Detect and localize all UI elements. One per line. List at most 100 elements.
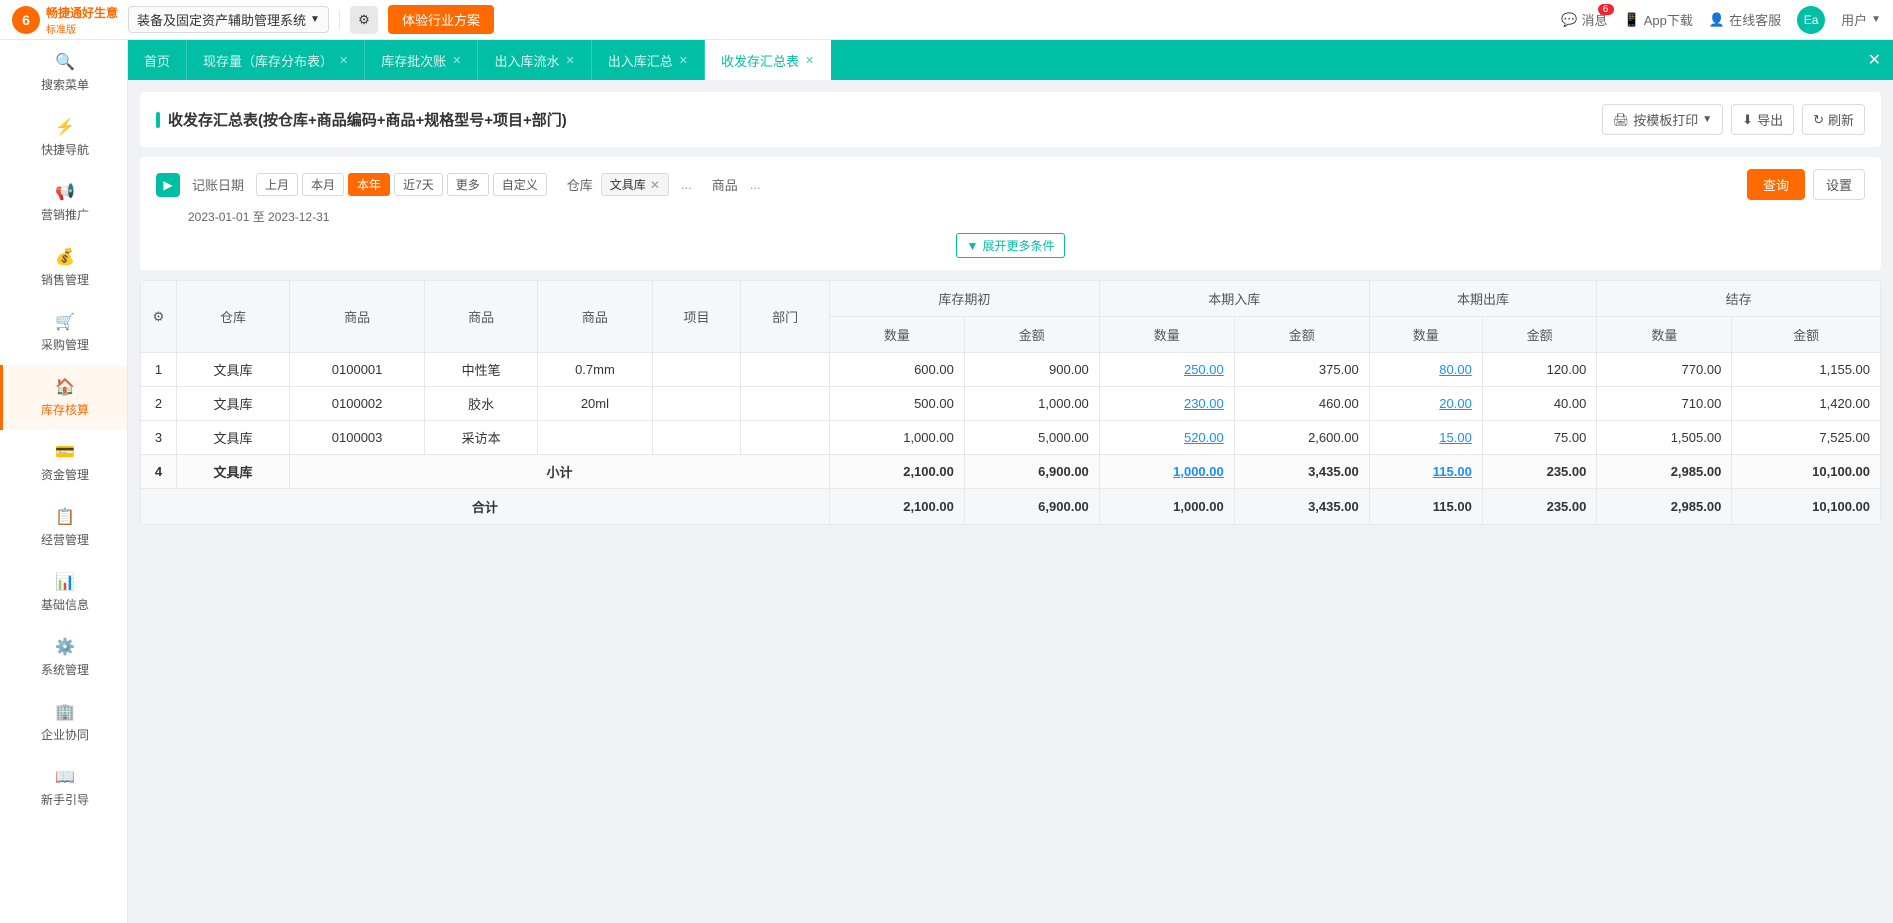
tab-inventory-dist[interactable]: 现存量（库存分布表） ✕ [187, 40, 365, 80]
page-header: 收发存汇总表(按仓库+商品编码+商品+规格型号+项目+部门) 🖨 按模板打印 ▼… [140, 92, 1881, 147]
th-open-qty: 数量 [829, 317, 964, 353]
sidebar-item-marketing[interactable]: 📢 营销推广 [0, 170, 127, 235]
expand-icon: ▼ [967, 239, 979, 253]
tab-bar-close-btn[interactable]: ✕ [1856, 50, 1893, 70]
sidebar: 🔍 搜索菜单 ⚡ 快捷导航 📢 营销推广 💰 销售管理 🛒 采购管理 🏠 [0, 40, 128, 923]
table-row: 3 文具库 0100003 采访本 1,000.00 5,000.00 520.… [141, 421, 1881, 455]
th-settings: ⚙ [141, 281, 177, 353]
query-btn[interactable]: 查询 [1747, 169, 1805, 200]
warehouse-more[interactable]: ... [681, 177, 692, 192]
user-avatar[interactable]: Ea [1797, 6, 1825, 34]
tab-batch[interactable]: 库存批次账 ✕ [365, 40, 478, 80]
subtotal-row: 4 文具库 小计 2,100.00 6,900.00 1,000.00 3,43… [141, 455, 1881, 489]
online-service-btn[interactable]: 👤 在线客服 [1709, 10, 1781, 29]
sidebar-item-operation[interactable]: 📋 经营管理 [0, 495, 127, 560]
export-icon: ⬇ [1742, 112, 1753, 128]
app-wrapper: 6 畅捷通好生意 标准版 装备及固定资产辅助管理系统 ▼ ⚙ 体验行业方案 💬 … [0, 0, 1893, 923]
date-label: 记账日期 [192, 175, 244, 194]
sidebar-item-enterprise[interactable]: 🏢 企业协同 [0, 690, 127, 755]
filter-row-1: ▶ 记账日期 上月 本月 本年 近7天 更多 自定义 仓库 [156, 169, 1865, 200]
page-content: 收发存汇总表(按仓库+商品编码+商品+规格型号+项目+部门) 🖨 按模板打印 ▼… [128, 80, 1893, 923]
chevron-down-icon: ▼ [310, 14, 320, 25]
filter-toggle-btn[interactable]: ▶ [156, 173, 180, 197]
header-actions: 🖨 按模板打印 ▼ ⬇ 导出 ↻ 刷新 [1602, 104, 1865, 135]
total-in-amt: 3,435.00 [1234, 489, 1369, 525]
sidebar-item-basic[interactable]: 📊 基础信息 [0, 560, 127, 625]
warehouse-tag-close[interactable]: ✕ [650, 178, 660, 192]
set-btn[interactable]: 设置 [1813, 169, 1865, 200]
print-btn[interactable]: 🖨 按模板打印 ▼ [1602, 104, 1723, 135]
tab-inout-summary[interactable]: 出入库汇总 ✕ [592, 40, 705, 80]
sidebar-item-inventory[interactable]: 🏠 库存核算 [0, 365, 127, 430]
total-out-amt: 235.00 [1482, 489, 1597, 525]
expand-row: ▼ 展开更多条件 [156, 233, 1865, 258]
quick-icon: ⚡ [55, 117, 75, 137]
user-menu[interactable]: 用户 ▼ [1841, 10, 1881, 29]
top-bar-right: 💬 消息 6 📱 App下载 👤 在线客服 Ea 用户 ▼ [1561, 6, 1881, 34]
tab-inout-flow[interactable]: 出入库流水 ✕ [478, 40, 591, 80]
message-icon[interactable]: 💬 消息 6 [1561, 10, 1607, 29]
sidebar-item-sales[interactable]: 💰 销售管理 [0, 235, 127, 300]
th-out-amt: 金额 [1482, 317, 1597, 353]
sidebar-item-search[interactable]: 🔍 搜索菜单 [0, 40, 127, 105]
filter-row-date-range: 2023-01-01 至 2023-12-31 [156, 208, 1865, 225]
sidebar-item-purchase[interactable]: 🛒 采购管理 [0, 300, 127, 365]
sidebar-item-guide[interactable]: 📖 新手引导 [0, 755, 127, 820]
sidebar-item-system[interactable]: ⚙️ 系统管理 [0, 625, 127, 690]
tab-close-inventory-dist[interactable]: ✕ [339, 54, 348, 67]
th-group-opening: 库存期初 [829, 281, 1099, 317]
finance-icon: 💳 [55, 442, 75, 462]
date-btn-prev-month[interactable]: 上月 [256, 173, 298, 196]
warehouse-filter: 仓库 文具库 ✕ ... [567, 173, 692, 196]
th-open-amt: 金额 [964, 317, 1099, 353]
total-open-qty: 2,100.00 [829, 489, 964, 525]
tab-close-recv-send[interactable]: ✕ [805, 54, 814, 67]
settings-icon[interactable]: ⚙ [350, 6, 378, 34]
date-btn-7days[interactable]: 近7天 [394, 173, 443, 196]
filter-right-btns: 查询 设置 [1747, 169, 1865, 200]
tab-close-inout-flow[interactable]: ✕ [566, 54, 575, 67]
top-bar: 6 畅捷通好生意 标准版 装备及固定资产辅助管理系统 ▼ ⚙ 体验行业方案 💬 … [0, 0, 1893, 40]
trial-button[interactable]: 体验行业方案 [388, 5, 494, 34]
total-in-qty: 1,000.00 [1099, 489, 1234, 525]
date-btn-this-month[interactable]: 本月 [302, 173, 344, 196]
tab-close-inout-summary[interactable]: ✕ [679, 54, 688, 67]
guide-icon: 📖 [55, 767, 75, 787]
filter-area: ▶ 记账日期 上月 本月 本年 近7天 更多 自定义 仓库 [140, 157, 1881, 270]
th-close-amt: 金额 [1732, 317, 1881, 353]
th-group-in: 本期入库 [1099, 281, 1369, 317]
system-icon: ⚙️ [55, 637, 75, 657]
sidebar-item-quick[interactable]: ⚡ 快捷导航 [0, 105, 127, 170]
table-container: ⚙ 仓库 商品 商品 商品 项目 部门 库存期初 本期入库 本期出库 结存 [140, 280, 1881, 525]
tab-home[interactable]: 首页 [128, 40, 187, 80]
refresh-btn[interactable]: ↻ 刷新 [1802, 104, 1865, 135]
total-close-qty: 2,985.00 [1597, 489, 1732, 525]
date-btn-more[interactable]: 更多 [447, 173, 489, 196]
total-label: 合计 [141, 489, 830, 525]
th-goods-code: 商品 [290, 281, 425, 353]
export-btn[interactable]: ⬇ 导出 [1731, 104, 1794, 135]
total-close-amt: 10,100.00 [1732, 489, 1881, 525]
tab-close-batch[interactable]: ✕ [452, 54, 461, 67]
date-quick-btns: 上月 本月 本年 近7天 更多 自定义 [256, 173, 547, 196]
warehouse-tag: 文具库 ✕ [601, 173, 669, 196]
tab-recv-send[interactable]: 收发存汇总表 ✕ [705, 40, 831, 80]
purchase-icon: 🛒 [55, 312, 75, 332]
th-group-closing: 结存 [1597, 281, 1881, 317]
expand-more-btn[interactable]: ▼ 展开更多条件 [956, 233, 1066, 258]
app-download-btn[interactable]: 📱 App下载 [1624, 10, 1693, 29]
sidebar-item-finance[interactable]: 💳 资金管理 [0, 430, 127, 495]
main-container: 🔍 搜索菜单 ⚡ 快捷导航 📢 营销推广 💰 销售管理 🛒 采购管理 🏠 [0, 40, 1893, 923]
date-btn-custom[interactable]: 自定义 [493, 173, 547, 196]
th-in-amt: 金额 [1234, 317, 1369, 353]
top-bar-left: 6 畅捷通好生意 标准版 装备及固定资产辅助管理系统 ▼ ⚙ 体验行业方案 [12, 4, 494, 36]
system-title[interactable]: 装备及固定资产辅助管理系统 ▼ [128, 6, 329, 33]
th-project: 项目 [652, 281, 741, 353]
total-open-amt: 6,900.00 [964, 489, 1099, 525]
goods-more[interactable]: ... [750, 177, 761, 192]
date-btn-this-year[interactable]: 本年 [348, 173, 390, 196]
logo-icon: 6 [12, 6, 40, 34]
table-row: 2 文具库 0100002 胶水 20ml 500.00 1,000.00 23… [141, 387, 1881, 421]
content-area: 首页 现存量（库存分布表） ✕ 库存批次账 ✕ 出入库流水 ✕ 出入库汇总 ✕ [128, 40, 1893, 923]
date-range: 2023-01-01 至 2023-12-31 [188, 210, 329, 224]
